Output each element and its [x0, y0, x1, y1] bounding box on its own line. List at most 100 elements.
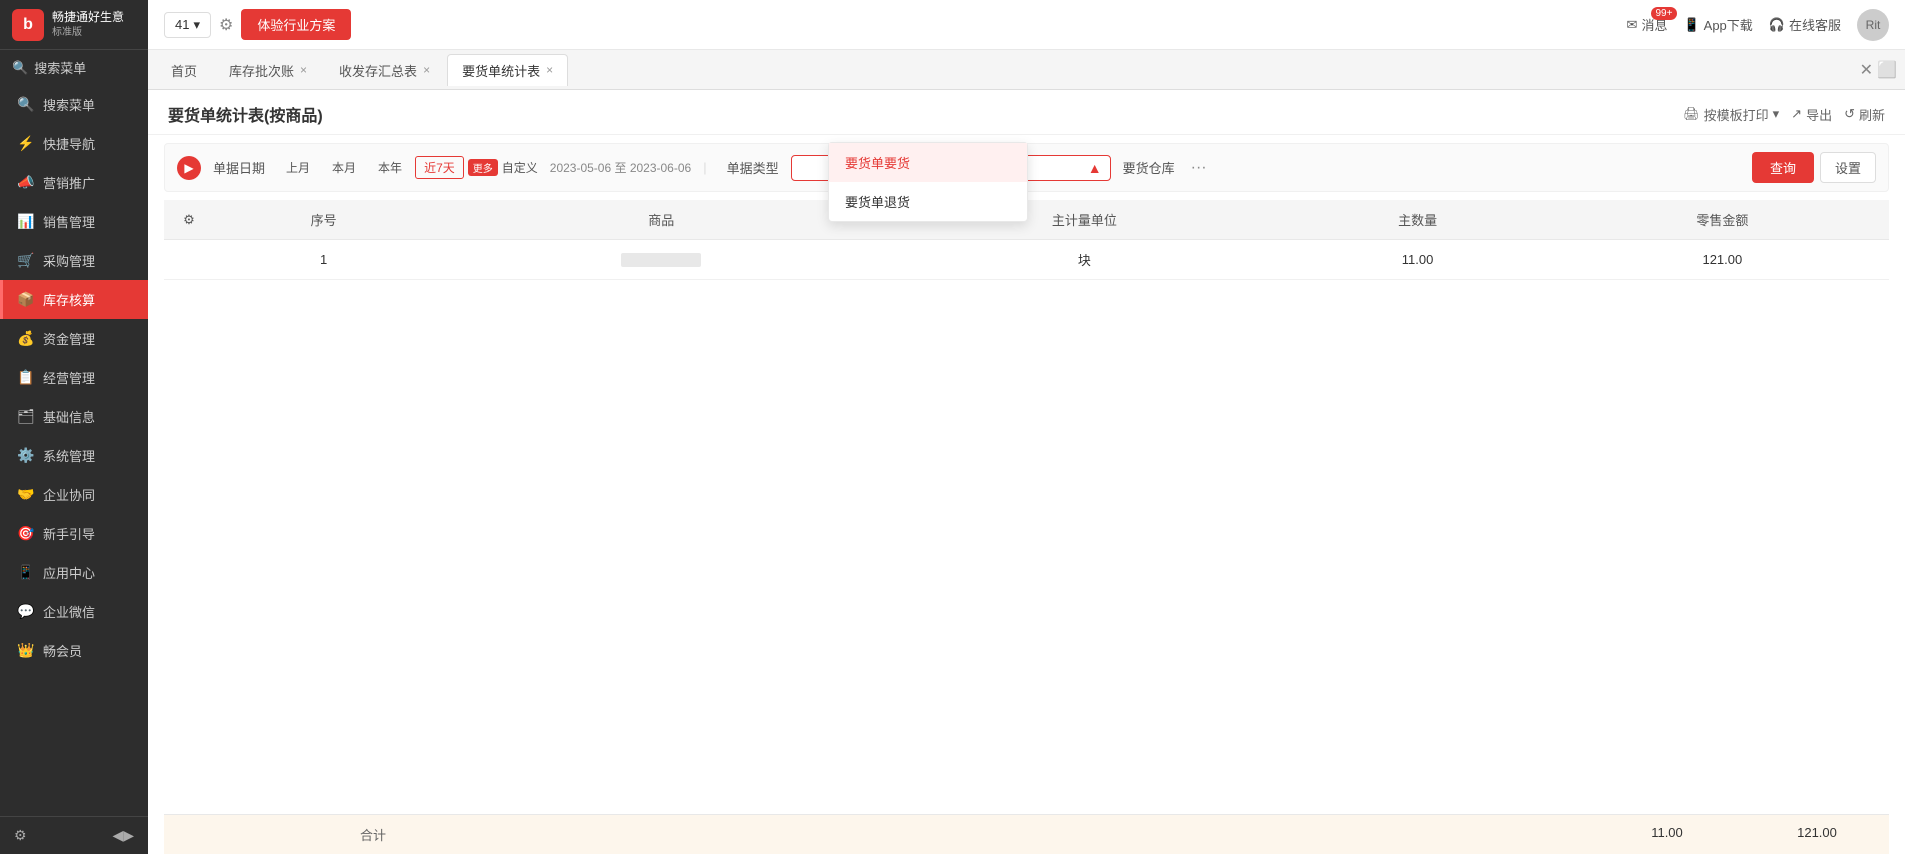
- nav-icon-purchase: 🛒: [17, 252, 35, 269]
- sidebar-item-inventory[interactable]: 📦库存核算: [0, 280, 148, 319]
- sidebar-item-quicknav[interactable]: ⚡ 快捷导航: [0, 124, 148, 163]
- tab-close-requisition[interactable]: ×: [546, 63, 553, 77]
- tab-batch[interactable]: 库存批次账 ×: [214, 54, 322, 86]
- close-all-icon[interactable]: ✕: [1860, 60, 1873, 80]
- nav-label-quicknav: 快捷导航: [43, 134, 95, 153]
- product-placeholder: [621, 253, 701, 267]
- dropdown-item-1[interactable]: 要货单退货: [829, 182, 1027, 221]
- collapse-icon[interactable]: ◀▶: [112, 827, 134, 844]
- filter-type-chevron-icon[interactable]: ▲: [1080, 156, 1110, 180]
- row-product: [433, 240, 889, 280]
- print-action[interactable]: 🖨 按模板打印 ▾: [1683, 105, 1779, 124]
- tab-home[interactable]: 首页: [156, 54, 212, 86]
- nav-icon-appstore: 📱: [17, 564, 35, 581]
- nav-icon-finance: 💰: [17, 330, 35, 347]
- filter-last-7days[interactable]: 近7天: [415, 156, 464, 179]
- sidebar-item-marketing[interactable]: 📣 营销推广: [0, 163, 148, 202]
- sidebar-item-enterprise[interactable]: 🤝企业协同: [0, 475, 148, 514]
- tab-close-sendreceive[interactable]: ×: [423, 63, 430, 77]
- nav-label-finance: 资金管理: [43, 329, 95, 348]
- nav-icon-quicknav: ⚡: [17, 135, 35, 152]
- tab-sendreceive[interactable]: 收发存汇总表 ×: [324, 54, 445, 86]
- online-service-item[interactable]: 🎧 在线客服: [1769, 15, 1841, 34]
- restore-icon[interactable]: ⬜: [1877, 60, 1897, 80]
- logo-text: 畅捷通好生意 标准版: [52, 10, 124, 39]
- sidebar-item-system[interactable]: ⚙️系统管理: [0, 436, 148, 475]
- filter-expand-btn[interactable]: ▶: [177, 156, 201, 180]
- sidebar-item-operation[interactable]: 📋 经营管理: [0, 358, 148, 397]
- nav-label-purchase: 采购管理: [43, 251, 95, 270]
- sidebar-search[interactable]: 🔍 搜索菜单: [0, 50, 148, 85]
- sidebar-item-sales[interactable]: 📊 销售管理: [0, 202, 148, 241]
- topbar-settings-icon[interactable]: ⚙: [219, 15, 233, 35]
- filter-last-month[interactable]: 上月: [277, 156, 319, 179]
- filter-warehouse-dots-icon[interactable]: ···: [1191, 159, 1207, 177]
- sidebar-item-member[interactable]: 👑畅会员: [0, 631, 148, 670]
- nav-icon-guide: 🎯: [17, 525, 35, 542]
- logo-icon: b: [12, 9, 44, 41]
- nav-label-marketing: 营销推广: [43, 173, 95, 192]
- user-avatar-item[interactable]: Rit: [1857, 9, 1889, 41]
- filter-this-month[interactable]: 本月: [323, 156, 365, 179]
- col-quantity: 主数量: [1279, 200, 1555, 240]
- filter-this-year[interactable]: 本年: [369, 156, 411, 179]
- sidebar-item-wechat[interactable]: 💬企业微信: [0, 592, 148, 631]
- tab-requisition[interactable]: 要货单统计表 ×: [447, 54, 568, 86]
- nav-label-sales: 销售管理: [43, 212, 95, 231]
- page-actions: 🖨 按模板打印 ▾ ↗ 导出 ↺ 刷新: [1683, 105, 1885, 124]
- nav-icon-sales: 📊: [17, 213, 35, 230]
- settings-bottom-icon[interactable]: ⚙: [14, 827, 27, 844]
- footer-amount: 121.00: [1757, 825, 1877, 844]
- sidebar-item-search[interactable]: 🔍搜索菜单: [0, 85, 148, 124]
- sidebar-item-guide[interactable]: 🎯新手引导: [0, 514, 148, 553]
- tab-expand-buttons: ✕ ⬜: [1860, 60, 1897, 80]
- app-download-item[interactable]: 📱 App下载: [1683, 15, 1752, 34]
- filter-more-badge[interactable]: 更多: [468, 159, 498, 176]
- query-button[interactable]: 查询: [1752, 152, 1814, 183]
- filter-date-range: 2023-05-06 至 2023-06-06: [550, 159, 691, 176]
- nav-label-appstore: 应用中心: [43, 563, 95, 582]
- tab-label-sendreceive: 收发存汇总表: [339, 61, 417, 80]
- nav-icon-wechat: 💬: [17, 603, 35, 620]
- message-icon: ✉: [1627, 17, 1638, 33]
- sidebar-item-appstore[interactable]: 📱 应用中心: [0, 553, 148, 592]
- company-selector[interactable]: 41 ▾: [164, 12, 211, 38]
- nav-label-member: 畅会员: [43, 641, 82, 660]
- sidebar-item-purchase[interactable]: 🛒 采购管理: [0, 241, 148, 280]
- row-quantity: 11.00: [1279, 240, 1555, 280]
- messages-item[interactable]: ✉ 消息 99+: [1627, 15, 1668, 34]
- nav-label-operation: 经营管理: [43, 368, 95, 387]
- filter-type-label: 单据类型: [727, 158, 779, 177]
- tab-label-home: 首页: [171, 61, 197, 80]
- page-title: 要货单统计表(按商品): [168, 102, 323, 126]
- settings-button[interactable]: 设置: [1820, 152, 1876, 183]
- refresh-icon: ↺: [1844, 106, 1855, 122]
- sidebar: b 畅捷通好生意 标准版 🔍 搜索菜单 🔍搜索菜单 ⚡ 快捷导航 📣 营销推广 📊 销售管理…: [0, 0, 148, 854]
- tab-label-requisition: 要货单统计表: [462, 61, 540, 80]
- nav-icon-marketing: 📣: [17, 174, 35, 191]
- sidebar-nav: 🔍搜索菜单 ⚡ 快捷导航 📣 营销推广 📊 销售管理 🛒 采购管理 📦库存核算 💰 资金管理 📋 经营管理…: [0, 85, 148, 816]
- data-table-wrap: ⚙ 序号 商品 主计量单位 主数量 零售金额 1 块 11.00 121.00: [164, 200, 1889, 814]
- filter-custom-btn[interactable]: 自定义: [502, 159, 538, 176]
- type-dropdown: 要货单要货 要货单退货: [828, 142, 1028, 222]
- col-settings-icon[interactable]: ⚙: [164, 200, 214, 240]
- col-index: 序号: [214, 200, 433, 240]
- sidebar-item-basic[interactable]: 🗂基础信息: [0, 397, 148, 436]
- tab-label-batch: 库存批次账: [229, 61, 294, 80]
- tab-close-batch[interactable]: ×: [300, 63, 307, 77]
- dropdown-item-0[interactable]: 要货单要货: [829, 143, 1027, 182]
- row-index: 1: [214, 240, 433, 280]
- date-filter-label: 单据日期: [213, 158, 265, 177]
- nav-icon-operation: 📋: [17, 369, 35, 386]
- page-header: 要货单统计表(按商品) 🖨 按模板打印 ▾ ↗ 导出 ↺ 刷新: [148, 90, 1905, 135]
- export-action[interactable]: ↗ 导出: [1791, 105, 1832, 124]
- sidebar-item-finance[interactable]: 💰 资金管理: [0, 319, 148, 358]
- table-footer: 合计 11.00 121.00: [164, 814, 1889, 854]
- refresh-action[interactable]: ↺ 刷新: [1844, 105, 1885, 124]
- row-settings-icon: [164, 240, 214, 280]
- sidebar-bottom: ⚙ ◀▶: [0, 816, 148, 854]
- nav-label-enterprise: 企业协同: [43, 485, 95, 504]
- row-unit: 块: [889, 240, 1279, 280]
- industry-btn[interactable]: 体验行业方案: [241, 9, 351, 40]
- nav-label-basic: 基础信息: [43, 407, 95, 426]
